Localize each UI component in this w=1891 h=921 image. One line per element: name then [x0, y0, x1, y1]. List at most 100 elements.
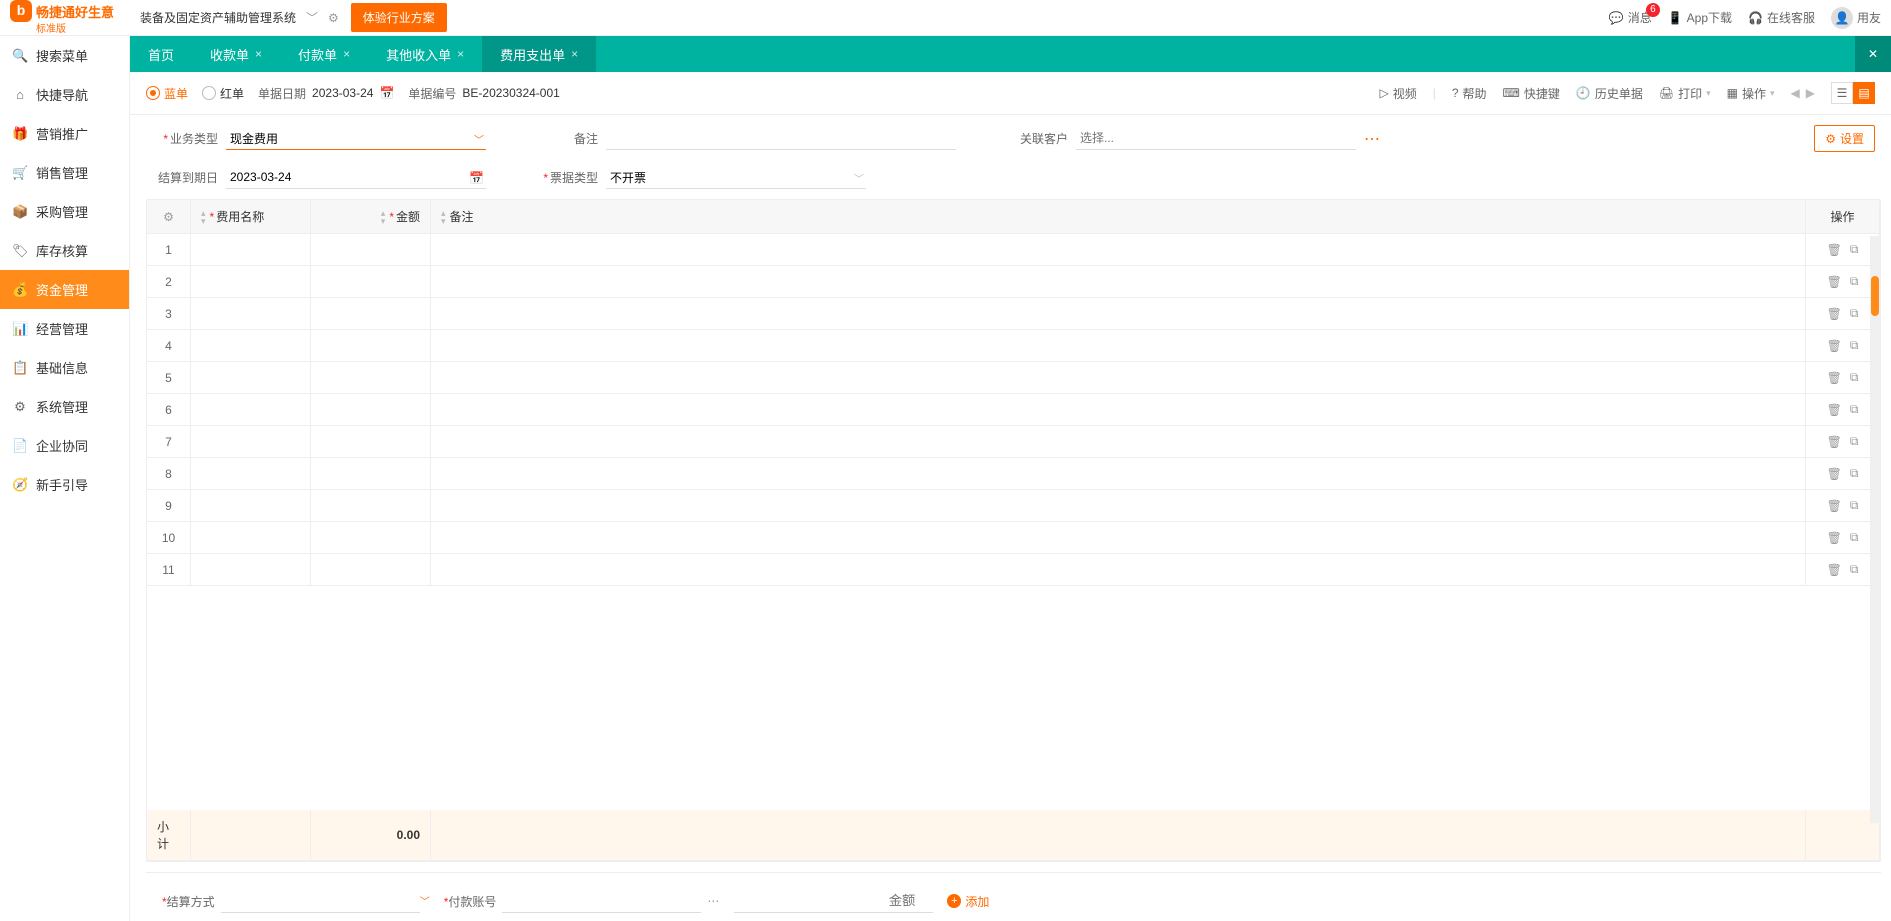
- delete-icon[interactable]: 🗑: [1827, 531, 1842, 545]
- cell-amount[interactable]: [311, 554, 431, 586]
- cell-amount[interactable]: [311, 522, 431, 554]
- close-icon[interactable]: ×: [571, 47, 578, 61]
- sidebar-item-7[interactable]: 📊经营管理: [0, 309, 129, 348]
- cell-expense[interactable]: [191, 554, 311, 586]
- cell-remark[interactable]: [431, 298, 1806, 330]
- copy-icon[interactable]: ⧉: [1850, 466, 1859, 481]
- cell-remark[interactable]: [431, 458, 1806, 490]
- copy-icon[interactable]: ⧉: [1850, 370, 1859, 385]
- sidebar-item-1[interactable]: ⌂快捷导航: [0, 75, 129, 114]
- pay-account-select[interactable]: [502, 889, 701, 913]
- cell-expense[interactable]: [191, 458, 311, 490]
- cell-remark[interactable]: [431, 554, 1806, 586]
- sidebar-item-5[interactable]: 🏷库存核算: [0, 231, 129, 270]
- add-button[interactable]: + 添加: [947, 893, 989, 910]
- settle-date-input[interactable]: [226, 166, 486, 189]
- calendar-icon[interactable]: 📅: [379, 86, 394, 100]
- sidebar-item-0[interactable]: 🔍搜索菜单: [0, 36, 129, 75]
- cell-amount[interactable]: [311, 490, 431, 522]
- cell-remark[interactable]: [431, 362, 1806, 394]
- delete-icon[interactable]: 🗑: [1827, 339, 1842, 353]
- more-icon[interactable]: ⋯: [707, 894, 720, 908]
- col-expense-name[interactable]: ▴▾*费用名称: [191, 200, 311, 234]
- cell-amount[interactable]: [311, 330, 431, 362]
- video-link[interactable]: ▷视频: [1379, 85, 1416, 102]
- copy-icon[interactable]: ⧉: [1850, 274, 1859, 289]
- customer-input[interactable]: [1076, 127, 1356, 150]
- cell-remark[interactable]: [431, 394, 1806, 426]
- shortcut-link[interactable]: ⌨快捷键: [1503, 85, 1560, 102]
- cell-amount[interactable]: [311, 426, 431, 458]
- sidebar-item-4[interactable]: 📦采购管理: [0, 192, 129, 231]
- cell-expense[interactable]: [191, 490, 311, 522]
- messages-link[interactable]: 💬 消息 6: [1609, 9, 1652, 26]
- service-link[interactable]: 🎧 在线客服: [1748, 9, 1815, 26]
- copy-icon[interactable]: ⧉: [1850, 338, 1859, 353]
- delete-icon[interactable]: 🗑: [1827, 563, 1842, 577]
- tab-1[interactable]: 收款单×: [192, 36, 280, 72]
- copy-icon[interactable]: ⧉: [1850, 498, 1859, 513]
- cell-amount[interactable]: [311, 394, 431, 426]
- cell-remark[interactable]: [431, 330, 1806, 362]
- system-selector[interactable]: 装备及固定资产辅助管理系统 ﹀ ⚙: [140, 9, 339, 26]
- calendar-icon[interactable]: 📅: [469, 171, 484, 185]
- tab-2[interactable]: 付款单×: [280, 36, 368, 72]
- app-download-link[interactable]: 📱 App下载: [1668, 9, 1732, 26]
- invoice-type-select[interactable]: [606, 166, 866, 189]
- ops-dropdown[interactable]: ▦操作▾: [1727, 85, 1775, 102]
- scrollbar[interactable]: [1870, 236, 1880, 823]
- copy-icon[interactable]: ⧉: [1850, 562, 1859, 577]
- sidebar-item-11[interactable]: 🧭新手引导: [0, 465, 129, 504]
- tab-0[interactable]: 首页: [130, 36, 192, 72]
- close-icon[interactable]: ×: [457, 47, 464, 61]
- cell-amount[interactable]: [311, 298, 431, 330]
- radio-red[interactable]: 红单: [202, 85, 244, 102]
- amount-input[interactable]: [734, 889, 933, 913]
- user-menu[interactable]: 👤 用友: [1831, 7, 1881, 29]
- tab-3[interactable]: 其他收入单×: [368, 36, 482, 72]
- sidebar-item-3[interactable]: 🛒销售管理: [0, 153, 129, 192]
- cell-expense[interactable]: [191, 362, 311, 394]
- history-link[interactable]: 🕘历史单据: [1576, 85, 1643, 102]
- sidebar-item-9[interactable]: ⚙系统管理: [0, 387, 129, 426]
- cell-amount[interactable]: [311, 266, 431, 298]
- table-settings-icon[interactable]: ⚙: [147, 200, 191, 234]
- prev-doc[interactable]: ◀: [1791, 86, 1800, 100]
- trial-button[interactable]: 体验行业方案: [351, 3, 447, 32]
- print-dropdown[interactable]: 🖨打印▾: [1659, 85, 1711, 102]
- cell-amount[interactable]: [311, 234, 431, 266]
- cell-expense[interactable]: [191, 522, 311, 554]
- sidebar-item-2[interactable]: 🎁营销推广: [0, 114, 129, 153]
- cell-expense[interactable]: [191, 234, 311, 266]
- cell-amount[interactable]: [311, 362, 431, 394]
- copy-icon[interactable]: ⧉: [1850, 306, 1859, 321]
- close-icon[interactable]: ×: [255, 47, 262, 61]
- delete-icon[interactable]: 🗑: [1827, 275, 1842, 289]
- copy-icon[interactable]: ⧉: [1850, 402, 1859, 417]
- cell-remark[interactable]: [431, 426, 1806, 458]
- col-amount[interactable]: ▴▾*金额: [311, 200, 431, 234]
- cell-expense[interactable]: [191, 298, 311, 330]
- sidebar-item-10[interactable]: 📄企业协同: [0, 426, 129, 465]
- copy-icon[interactable]: ⧉: [1850, 434, 1859, 449]
- cell-amount[interactable]: [311, 458, 431, 490]
- delete-icon[interactable]: 🗑: [1827, 435, 1842, 449]
- delete-icon[interactable]: 🗑: [1827, 467, 1842, 481]
- delete-icon[interactable]: 🗑: [1827, 243, 1842, 257]
- cell-expense[interactable]: [191, 330, 311, 362]
- settle-method-select[interactable]: [221, 889, 420, 913]
- cell-remark[interactable]: [431, 490, 1806, 522]
- cell-expense[interactable]: [191, 394, 311, 426]
- radio-blue[interactable]: 蓝单: [146, 85, 188, 102]
- cell-remark[interactable]: [431, 522, 1806, 554]
- view-list[interactable]: ☰: [1831, 82, 1853, 104]
- delete-icon[interactable]: 🗑: [1827, 499, 1842, 513]
- help-link[interactable]: ?帮助: [1452, 85, 1487, 102]
- cell-expense[interactable]: [191, 266, 311, 298]
- cell-remark[interactable]: [431, 266, 1806, 298]
- cell-expense[interactable]: [191, 426, 311, 458]
- delete-icon[interactable]: 🗑: [1827, 371, 1842, 385]
- delete-icon[interactable]: 🗑: [1827, 403, 1842, 417]
- gear-icon[interactable]: ⚙: [328, 11, 339, 25]
- more-icon[interactable]: ⋯: [1364, 129, 1381, 149]
